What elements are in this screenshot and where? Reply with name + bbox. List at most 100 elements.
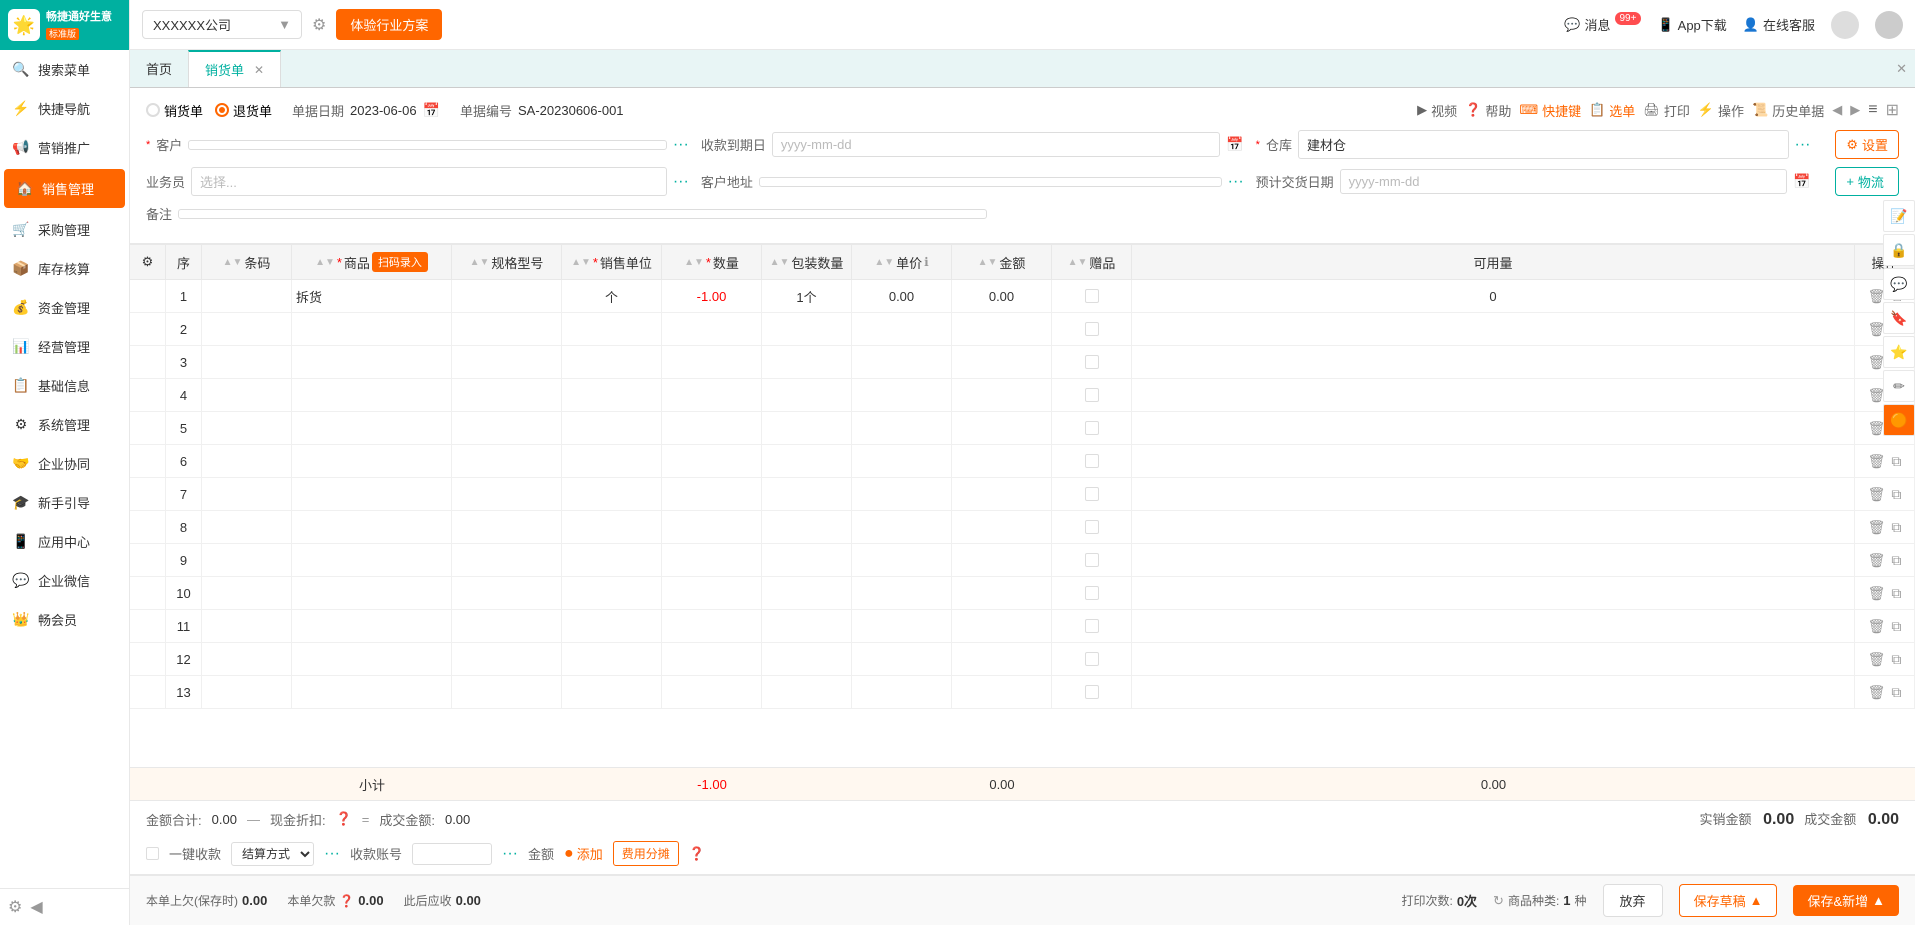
receipt-date-cal-icon[interactable]: 📅	[1226, 136, 1243, 153]
pkg-sort[interactable]: ▲▼	[770, 257, 790, 268]
del[interactable]: 🗑	[1865, 519, 1889, 536]
sidebar-item-system[interactable]: ⚙ 系统管理	[0, 405, 129, 444]
sidebar-item-purchase[interactable]: 🛒 采购管理	[0, 210, 129, 249]
td-spec[interactable]	[452, 313, 562, 345]
td-gift[interactable]	[1052, 313, 1132, 345]
video-btn[interactable]: ▶ 视频	[1417, 101, 1457, 120]
del[interactable]: 🗑	[1865, 618, 1889, 635]
try-industry-button[interactable]: 体验行业方案	[336, 9, 442, 40]
td-amount[interactable]	[952, 313, 1052, 345]
copy[interactable]: ⧉	[1888, 618, 1904, 635]
sidebar-item-wechat[interactable]: 💬 企业微信	[0, 561, 129, 600]
sales-radio[interactable]: 销货单	[146, 101, 203, 120]
float-pen-btn[interactable]: ✏	[1883, 370, 1915, 402]
discount-info-icon[interactable]: ❓	[336, 811, 352, 827]
tab-close-icon[interactable]: ✕	[254, 63, 264, 77]
return-radio[interactable]: 退货单	[215, 101, 272, 120]
th-settings[interactable]: ⚙	[130, 245, 166, 279]
float-chat-btn[interactable]: 💬	[1883, 268, 1915, 300]
next-icon[interactable]: ▶	[1850, 102, 1860, 118]
td-unit[interactable]	[562, 313, 662, 345]
delivery-date-input[interactable]: yyyy-mm-dd	[1340, 169, 1787, 194]
notes-input[interactable]	[178, 209, 987, 219]
avatar[interactable]	[1831, 11, 1859, 39]
td-price[interactable]	[852, 313, 952, 345]
spec-sort[interactable]: ▲▼	[470, 257, 490, 268]
sidebar-item-search[interactable]: 🔍 搜索菜单	[0, 50, 129, 89]
td-row1-amount[interactable]: 0.00	[952, 280, 1052, 312]
copy[interactable]: ⧉	[1888, 453, 1904, 470]
customer-input[interactable]	[188, 140, 667, 150]
float-star-btn[interactable]: ⭐	[1883, 336, 1915, 368]
customer-addr-input[interactable]	[759, 177, 1222, 187]
del[interactable]: 🗑	[1865, 486, 1889, 503]
copy[interactable]: ⧉	[1888, 585, 1904, 602]
prev-icon[interactable]: ◀	[1832, 102, 1842, 118]
price-info-icon[interactable]: ℹ	[924, 255, 929, 269]
sidebar-item-collab[interactable]: 🤝 企业协同	[0, 444, 129, 483]
account-input[interactable]	[412, 843, 492, 865]
calc-method-select[interactable]: 结算方式	[231, 842, 314, 866]
copy[interactable]: ⧉	[1888, 519, 1904, 536]
app-download-btn[interactable]: 📱 App下载	[1657, 15, 1726, 34]
select-btn[interactable]: 📋 选单	[1589, 101, 1635, 120]
calendar-icon[interactable]: 📅	[423, 102, 440, 119]
td-row1-qty[interactable]: -1.00	[662, 280, 762, 312]
print-btn[interactable]: 🖨 打印	[1643, 101, 1690, 120]
row1-gift-checkbox[interactable]	[1085, 289, 1099, 303]
float-edit-btn[interactable]: 🔖	[1883, 302, 1915, 334]
online-service-btn[interactable]: 👤 在线客服	[1743, 15, 1815, 34]
tab-sales-order[interactable]: 销货单 ✕	[188, 50, 281, 87]
tab-home[interactable]: 首页	[130, 51, 188, 86]
collapse-icon[interactable]: ◀	[30, 897, 42, 917]
product-sort[interactable]: ▲▼	[315, 257, 335, 268]
copy[interactable]: ⧉	[1888, 486, 1904, 503]
list-view-icon[interactable]: ≡	[1868, 101, 1877, 119]
save-draft-button[interactable]: 保存草稿 ▲	[1679, 884, 1778, 917]
warehouse-input[interactable]: 建材仓	[1298, 130, 1789, 159]
del[interactable]: 🗑	[1865, 453, 1889, 470]
sidebar-item-marketing[interactable]: 📢 营销推广	[0, 128, 129, 167]
save-new-button[interactable]: 保存&新增 ▲	[1793, 885, 1899, 916]
gift-checkbox[interactable]	[1085, 322, 1099, 336]
sidebar-item-appstore[interactable]: 📱 应用中心	[0, 522, 129, 561]
add-payment-btn[interactable]: ● 添加	[564, 844, 603, 863]
del[interactable]: 🗑	[1865, 651, 1889, 668]
td-qty[interactable]	[662, 313, 762, 345]
settings-form-button[interactable]: ⚙ 设置	[1835, 130, 1899, 159]
td-row1-product[interactable]: 拆货	[292, 280, 452, 312]
shortcut-btn[interactable]: ⌨ 快捷键	[1519, 101, 1581, 120]
sidebar-item-basic[interactable]: 📋 基础信息	[0, 366, 129, 405]
td-pkg[interactable]	[762, 313, 852, 345]
sidebar-item-shortcut[interactable]: ⚡ 快捷导航	[0, 89, 129, 128]
sidebar-item-member[interactable]: 👑 畅会员	[0, 600, 129, 639]
salesperson-input[interactable]: 选择...	[191, 167, 667, 196]
customer-dots-btn[interactable]: ···	[673, 136, 689, 154]
account-dots[interactable]: ···	[502, 845, 518, 863]
warehouse-dots-btn[interactable]: ···	[1795, 136, 1811, 154]
grid-view-icon[interactable]: ⊞	[1886, 100, 1899, 120]
td-row1-gift[interactable]	[1052, 280, 1132, 312]
sidebar-item-guide[interactable]: 🎓 新手引导	[0, 483, 129, 522]
sidebar-item-finance[interactable]: 💰 资金管理	[0, 288, 129, 327]
help-btn[interactable]: ❓ 帮助	[1465, 101, 1511, 120]
fee-split-btn[interactable]: 费用分摊	[613, 841, 679, 866]
td-barcode[interactable]	[202, 313, 292, 345]
float-lock-btn[interactable]: 🔒	[1883, 234, 1915, 266]
company-select[interactable]: XXXXXX公司 ▼	[142, 10, 302, 39]
copy[interactable]: ⧉	[1888, 552, 1904, 569]
qty-sort[interactable]: ▲▼	[684, 257, 704, 268]
del[interactable]: 🗑	[1865, 552, 1889, 569]
info-icon[interactable]: ❓	[339, 894, 354, 908]
barcode-sort[interactable]: ▲▼	[223, 257, 243, 268]
refresh-icon[interactable]: ↻	[1493, 893, 1504, 909]
td-row1-unit[interactable]: 个	[562, 280, 662, 312]
operation-btn[interactable]: ⚡ 操作	[1698, 101, 1744, 120]
sidebar-item-sales[interactable]: 🏠 销售管理	[4, 169, 125, 208]
gift-sort[interactable]: ▲▼	[1068, 257, 1088, 268]
delivery-cal-icon[interactable]: 📅	[1793, 173, 1810, 190]
receipt-date-input[interactable]: yyyy-mm-dd	[772, 132, 1220, 157]
sidebar-item-operation[interactable]: 📊 经营管理	[0, 327, 129, 366]
del[interactable]: 🗑	[1865, 585, 1889, 602]
fee-info-icon[interactable]: ❓	[689, 846, 705, 862]
